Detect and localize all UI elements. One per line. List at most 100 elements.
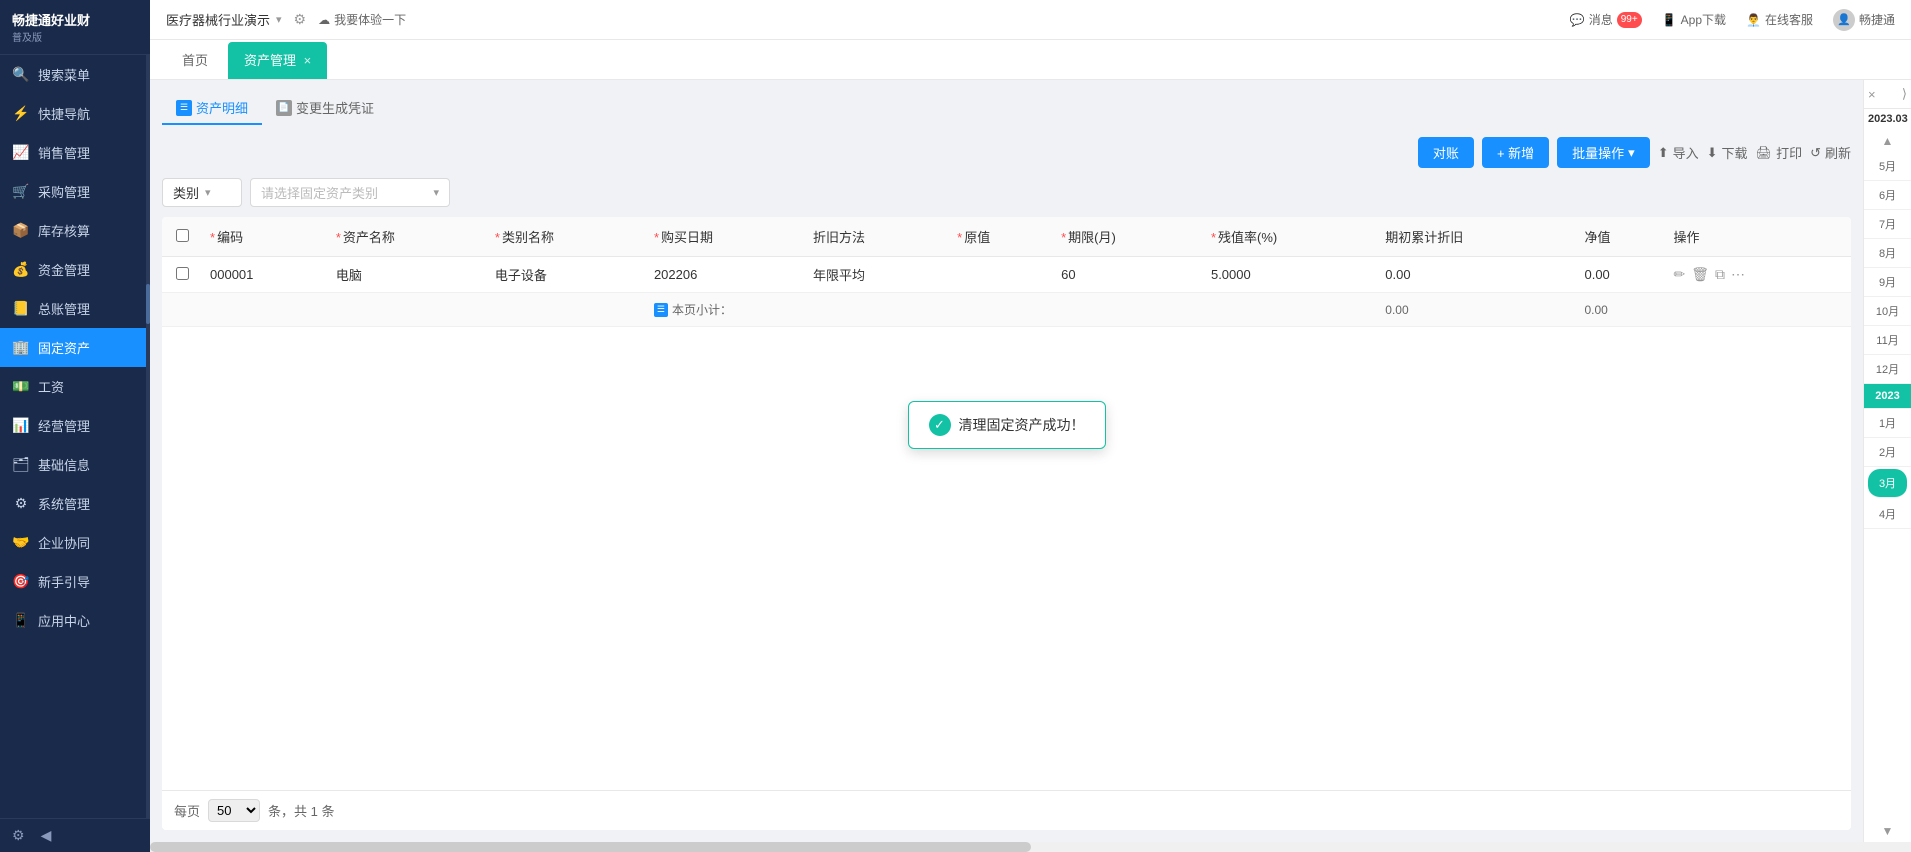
timeline-month-9月[interactable]: 9月	[1864, 268, 1911, 297]
experience-button[interactable]: ☁ 我要体验一下	[318, 11, 406, 28]
category-placeholder: 请选择固定资产类别	[261, 183, 378, 202]
batch-ops-button[interactable]: 批量操作 ▾	[1557, 137, 1650, 168]
experience-label: 我要体验一下	[334, 11, 406, 28]
timeline-month-8月[interactable]: 8月	[1864, 239, 1911, 268]
collapse-icon[interactable]: ◀	[41, 827, 52, 844]
timeline-month-5月[interactable]: 5月	[1864, 152, 1911, 181]
import-button[interactable]: ⬆ 导入	[1658, 143, 1699, 162]
timeline-month-4月[interactable]: 4月	[1864, 500, 1911, 529]
sidebar-item-quick-nav[interactable]: ⚡快捷导航	[0, 94, 146, 133]
import-label: 导入	[1673, 143, 1699, 162]
category-filter[interactable]: 类别 ▾	[162, 178, 242, 207]
copy-icon-0[interactable]: ⧉	[1715, 266, 1725, 283]
category-value-filter[interactable]: 请选择固定资产类别 ▾	[250, 178, 450, 207]
company-selector[interactable]: 医疗器械行业演示 ▾	[166, 10, 282, 29]
sidebar-item-purchase[interactable]: 🛒采购管理	[0, 172, 146, 211]
row-net-value-0: 0.00	[1576, 257, 1665, 293]
refresh-button[interactable]: ↺ 刷新	[1810, 143, 1851, 162]
th-depreciation-method: 折旧方法	[805, 217, 949, 257]
th-actions: 操作	[1666, 217, 1852, 257]
sidebar-item-sales[interactable]: 📈销售管理	[0, 133, 146, 172]
reconcile-button[interactable]: 对账	[1418, 137, 1474, 168]
sidebar-item-inventory[interactable]: 📦库存核算	[0, 211, 146, 250]
sidebar-item-operations[interactable]: 📊经营管理	[0, 406, 146, 445]
download-button[interactable]: ⬇ 下载	[1707, 143, 1748, 162]
refresh-icon: ↺	[1810, 145, 1821, 161]
edit-icon-0[interactable]: ✏	[1674, 266, 1686, 283]
sidebar-item-guide[interactable]: 🎯新手引导	[0, 562, 146, 601]
search-icon: 🔍	[12, 66, 30, 83]
timeline-month-7月[interactable]: 7月	[1864, 210, 1911, 239]
more-icon-0[interactable]: ⋯	[1731, 266, 1745, 283]
row-residual-rate-0: 5.0000	[1203, 257, 1377, 293]
sidebar-logo: 畅捷通好业财 普及版	[0, 0, 150, 55]
timeline-up-button[interactable]: ▲	[1864, 129, 1911, 152]
app-download-item[interactable]: 📱 App下载	[1662, 11, 1726, 28]
print-icon: 🖨	[1756, 145, 1773, 161]
sidebar-item-general-ledger[interactable]: 📒总账管理	[0, 289, 146, 328]
timeline-month-12月[interactable]: 12月	[1864, 355, 1911, 384]
per-page-select[interactable]: 102050100	[208, 799, 260, 822]
sidebar-bottom: ⚙ ◀	[0, 818, 150, 852]
sidebar-item-basic-info[interactable]: 🗂基础信息	[0, 445, 146, 484]
app-center-icon: 📱	[12, 612, 30, 629]
right-panel-close-icon[interactable]: ×	[1868, 87, 1876, 102]
batch-ops-label: 批量操作	[1572, 143, 1624, 162]
tabs-bar: 首页 资产管理 ×	[150, 40, 1911, 80]
finance-icon: 💰	[12, 261, 30, 278]
sidebar-label-general-ledger: 总账管理	[38, 299, 90, 318]
notification-badge: 99+	[1617, 12, 1642, 28]
row-actions-0: ✏ 🗑 ⧉ ⋯	[1666, 257, 1852, 293]
print-button[interactable]: 🖨 打印	[1756, 143, 1803, 162]
sidebar-item-app-center[interactable]: 📱应用中心	[0, 601, 146, 640]
online-service-item[interactable]: 👨‍💼 在线客服	[1746, 11, 1813, 28]
notification-item[interactable]: 💬 消息 99+	[1570, 11, 1642, 28]
sidebar-item-search[interactable]: 🔍搜索菜单	[0, 55, 146, 94]
tab-home[interactable]: 首页	[166, 42, 224, 79]
sidebar-scrollbar[interactable]	[146, 55, 150, 818]
th-original-value: *原值	[949, 217, 1053, 257]
sidebar-item-payroll[interactable]: 💵工资	[0, 367, 146, 406]
row-purchase-date-0: 202206	[646, 257, 805, 293]
asset-table: *编码 *资产名称 *类别名称 *购买日期 折旧方法 *原值 *期限(月) *残…	[162, 217, 1851, 327]
sidebar-item-fixed-assets[interactable]: 🏢固定资产	[0, 328, 146, 367]
row-checkbox-0[interactable]	[162, 257, 202, 293]
timeline-year-marker[interactable]: 2023	[1864, 384, 1911, 409]
select-all-checkbox[interactable]	[176, 229, 189, 242]
sidebar-item-enterprise[interactable]: 🤝企业协同	[0, 523, 146, 562]
toast-message: 清理固定资产成功！	[959, 415, 1085, 435]
timeline-month-6月[interactable]: 6月	[1864, 181, 1911, 210]
company-name: 医疗器械行业演示	[166, 10, 270, 29]
sidebar-item-finance[interactable]: 💰资金管理	[0, 250, 146, 289]
timeline-month-1月[interactable]: 1月	[1864, 409, 1911, 438]
row-depr-method-0: 年限平均	[805, 257, 949, 293]
timeline-month-10月[interactable]: 10月	[1864, 297, 1911, 326]
timeline-month-3月[interactable]: 3月	[1868, 469, 1907, 498]
category-filter-label: 类别	[173, 183, 199, 202]
timeline-month-11月[interactable]: 11月	[1864, 326, 1911, 355]
tab-close-icon[interactable]: ×	[304, 53, 312, 68]
topbar-settings-icon[interactable]: ⚙	[294, 11, 307, 28]
sub-tab-voucher-gen[interactable]: 📄 变更生成凭证	[262, 92, 388, 125]
company-chevron-icon: ▾	[276, 13, 282, 26]
row-original-value-0	[949, 257, 1053, 293]
settings-icon[interactable]: ⚙	[12, 827, 25, 844]
sidebar-item-system[interactable]: ⚙系统管理	[0, 484, 146, 523]
table-scroll[interactable]: *编码 *资产名称 *类别名称 *购买日期 折旧方法 *原值 *期限(月) *残…	[162, 217, 1851, 790]
h-scrollbar[interactable]	[150, 842, 1911, 852]
th-residual-rate: *残值率(%)	[1203, 217, 1377, 257]
timeline-down-button[interactable]: ▼	[1864, 819, 1911, 842]
asset-list-tab-icon: ☰	[176, 100, 192, 116]
right-panel-expand-icon[interactable]: ⟩	[1902, 86, 1907, 102]
sidebar-label-basic-info: 基础信息	[38, 455, 90, 474]
subtotal-icon: ☰	[654, 303, 668, 317]
delete-icon-0[interactable]: 🗑	[1691, 266, 1709, 283]
category-filter-chevron-icon: ▾	[205, 186, 211, 199]
timeline: 5月6月7月8月9月10月11月12月20231月2月3月4月	[1864, 152, 1911, 819]
new-button[interactable]: + 新增	[1482, 137, 1549, 168]
right-panel-header: × ⟩	[1864, 80, 1911, 109]
user-profile[interactable]: 👤 畅捷通	[1833, 9, 1895, 31]
tab-asset-management[interactable]: 资产管理 ×	[228, 42, 327, 79]
sub-tab-asset-list[interactable]: ☰ 资产明细	[162, 92, 262, 125]
timeline-month-2月[interactable]: 2月	[1864, 438, 1911, 467]
